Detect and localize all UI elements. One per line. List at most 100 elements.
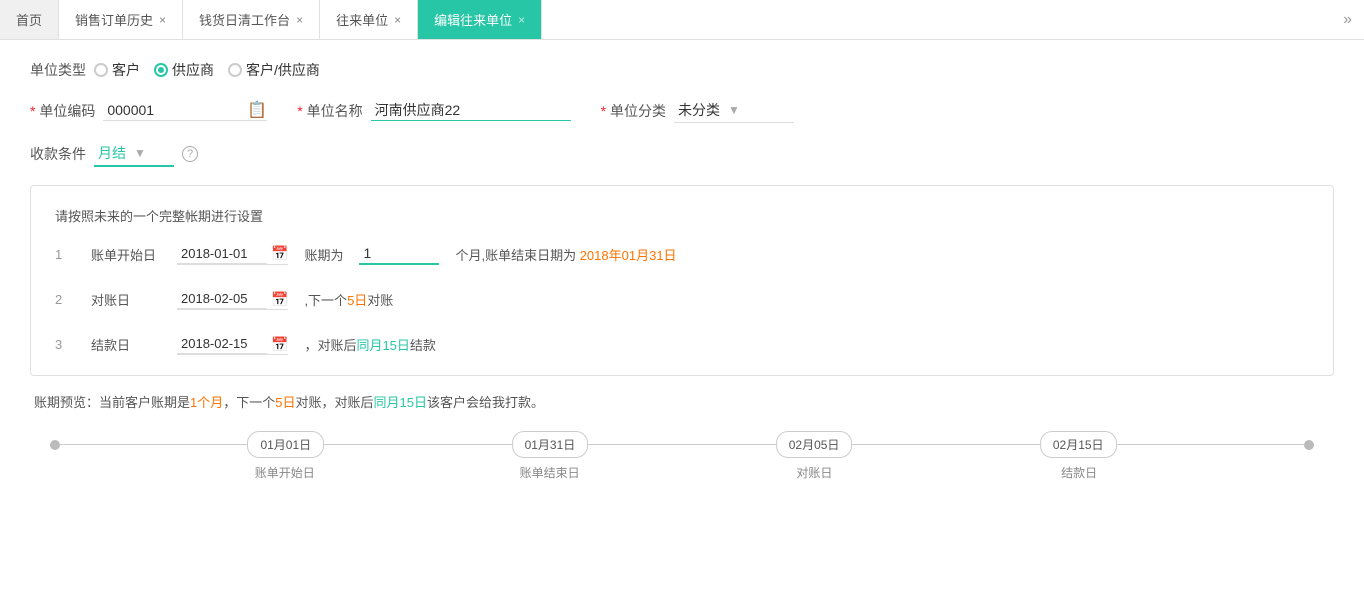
timeline-node-1: 01月01日: [247, 431, 324, 458]
unit-code-input[interactable]: [103, 100, 243, 120]
period-desc-1-after-text: 个月,账单结束日期为: [455, 248, 576, 263]
period-date-1-wrapper: 📅: [177, 244, 288, 265]
unit-code-icon[interactable]: 📋: [247, 100, 267, 120]
period-label-1: 账单开始日: [91, 245, 161, 264]
period-desc-3-after: 结款: [410, 338, 436, 353]
tab-home-label: 首页: [16, 10, 42, 29]
period-date-2-icon[interactable]: 📅: [271, 291, 288, 308]
timeline-segment-3: [588, 444, 775, 445]
period-months-input[interactable]: [359, 243, 439, 265]
payment-condition-select[interactable]: 月结 ▼: [94, 141, 174, 167]
period-desc-2-after: 对账: [367, 293, 393, 308]
unit-code-field: 单位编码 📋: [30, 100, 267, 121]
tab-counterparty-label: 往来单位: [336, 10, 388, 29]
tab-sales-history-label: 销售订单历史: [75, 10, 153, 29]
timeline-label-4: 结款日: [1061, 464, 1097, 481]
tabs-bar: 首页 销售订单历史 × 钱货日清工作台 × 往来单位 × 编辑往来单位 × »: [0, 0, 1364, 40]
tab-sales-history[interactable]: 销售订单历史 ×: [59, 0, 183, 39]
unit-type-row: 单位类型 客户 供应商 客户/供应商: [30, 60, 1334, 80]
unit-name-field: 单位名称: [297, 100, 570, 121]
timeline-pill-2: 01月31日: [512, 431, 589, 458]
unit-type-label: 单位类型: [30, 60, 86, 80]
period-row-2: 2 对账日 📅 ,下一个5日对账: [55, 289, 1309, 310]
preview-text: 账期预览：当前客户账期是1个月，下一个5日对账，对账后同月15日该客户会给我打款…: [30, 392, 1334, 411]
timeline-pill-1: 01月01日: [247, 431, 324, 458]
timeline-segment-5: [1117, 444, 1304, 445]
tab-edit-counterparty[interactable]: 编辑往来单位 ×: [418, 0, 542, 39]
preview-months: 1个月: [190, 395, 223, 410]
tab-home[interactable]: 首页: [0, 0, 59, 39]
preview-suffix: 该客户会给我打款。: [427, 395, 544, 410]
period-desc-2: ,下一个5日对账: [304, 290, 393, 309]
period-box-title: 请按照未来的一个完整帐期进行设置: [55, 206, 1309, 225]
radio-customer[interactable]: 客户: [94, 60, 140, 80]
period-date-2-input[interactable]: [177, 289, 267, 309]
period-label-3: 结款日: [91, 335, 161, 354]
page-content: 单位类型 客户 供应商 客户/供应商 单位编码: [0, 40, 1364, 608]
period-desc-3-before: ，对账后: [304, 338, 356, 353]
preview-day: 5日: [275, 395, 295, 410]
unit-name-input[interactable]: [371, 100, 571, 121]
close-tab-edit-counterparty[interactable]: ×: [518, 13, 525, 27]
payment-condition-field: 收款条件 月结 ▼ ?: [30, 141, 198, 167]
timeline-label-3-container: 对账日: [774, 464, 854, 481]
radio-both-circle: [228, 63, 242, 77]
period-date-3-wrapper: 📅: [177, 334, 288, 355]
period-date-1-icon[interactable]: 📅: [271, 245, 288, 262]
period-num-3: 3: [55, 337, 75, 352]
preview-prefix: 账期预览：当前客户账期是: [34, 395, 190, 410]
preview-mid2: 对账，对账后: [296, 395, 374, 410]
timeline-pill-4: 02月15日: [1040, 431, 1117, 458]
timeline-labels: 账单开始日 账单结束日 对账日 结款日: [50, 464, 1314, 481]
timeline-end-dot: [1304, 440, 1314, 450]
period-num-2: 2: [55, 292, 75, 307]
unit-name-label: 单位名称: [297, 101, 362, 121]
preview-payment-day: 同月15日: [374, 395, 427, 410]
tab-cash-work[interactable]: 钱货日清工作台 ×: [183, 0, 320, 39]
radio-supplier-circle: [154, 63, 168, 77]
payment-help-icon[interactable]: ?: [182, 146, 198, 162]
timeline-label-2: 账单结束日: [520, 464, 580, 481]
radio-supplier-label: 供应商: [172, 60, 214, 80]
period-date-3-input[interactable]: [177, 334, 267, 354]
unit-type-field: 单位类型 客户 供应商 客户/供应商: [30, 60, 320, 80]
period-desc-1-after: 个月,账单结束日期为 2018年01月31日: [455, 245, 676, 264]
close-tab-counterparty[interactable]: ×: [394, 13, 401, 27]
period-date-1-input[interactable]: [177, 244, 267, 264]
unit-category-label: 单位分类: [601, 101, 666, 121]
radio-customer-circle: [94, 63, 108, 77]
unit-category-field: 单位分类 未分类 ▼: [601, 98, 794, 123]
period-desc-3: ，对账后同月15日结款: [304, 335, 436, 354]
period-date-3-icon[interactable]: 📅: [271, 336, 288, 353]
radio-both[interactable]: 客户/供应商: [228, 60, 320, 80]
period-desc-1-before: 账期为: [304, 245, 343, 264]
radio-both-label: 客户/供应商: [246, 60, 320, 80]
timeline-node-4: 02月15日: [1040, 431, 1117, 458]
period-desc-2-before: ,下一个: [304, 293, 347, 308]
timeline-label-1-container: 账单开始日: [245, 464, 325, 481]
payment-condition-chevron: ▼: [134, 146, 146, 160]
unit-category-chevron: ▼: [728, 103, 740, 117]
preview-mid1: ，下一个: [223, 395, 275, 410]
tab-edit-counterparty-label: 编辑往来单位: [434, 10, 512, 29]
close-tab-cash-work[interactable]: ×: [296, 13, 303, 27]
close-tab-sales-history[interactable]: ×: [159, 13, 166, 27]
timeline-container: 01月01日 01月31日 02月05日 02月15日: [30, 431, 1334, 481]
period-label-2: 对账日: [91, 290, 161, 309]
payment-row: 收款条件 月结 ▼ ?: [30, 141, 1334, 167]
unit-code-input-wrapper: 📋: [103, 100, 267, 121]
timeline-start-dot: [50, 440, 60, 450]
radio-supplier[interactable]: 供应商: [154, 60, 214, 80]
tabs-expand-button[interactable]: »: [1331, 11, 1364, 29]
unit-category-value: 未分类: [674, 98, 724, 122]
timeline-pill-3: 02月05日: [776, 431, 853, 458]
period-num-1: 1: [55, 247, 75, 262]
unit-info-row: 单位编码 📋 单位名称 单位分类 未分类 ▼: [30, 98, 1334, 123]
tab-counterparty[interactable]: 往来单位 ×: [320, 0, 418, 39]
unit-code-label: 单位编码: [30, 101, 95, 121]
radio-customer-label: 客户: [112, 60, 140, 80]
unit-category-select[interactable]: 未分类 ▼: [674, 98, 794, 123]
unit-type-radio-group: 客户 供应商 客户/供应商: [94, 60, 320, 80]
period-row-3: 3 结款日 📅 ，对账后同月15日结款: [55, 334, 1309, 355]
period-date-2-wrapper: 📅: [177, 289, 288, 310]
